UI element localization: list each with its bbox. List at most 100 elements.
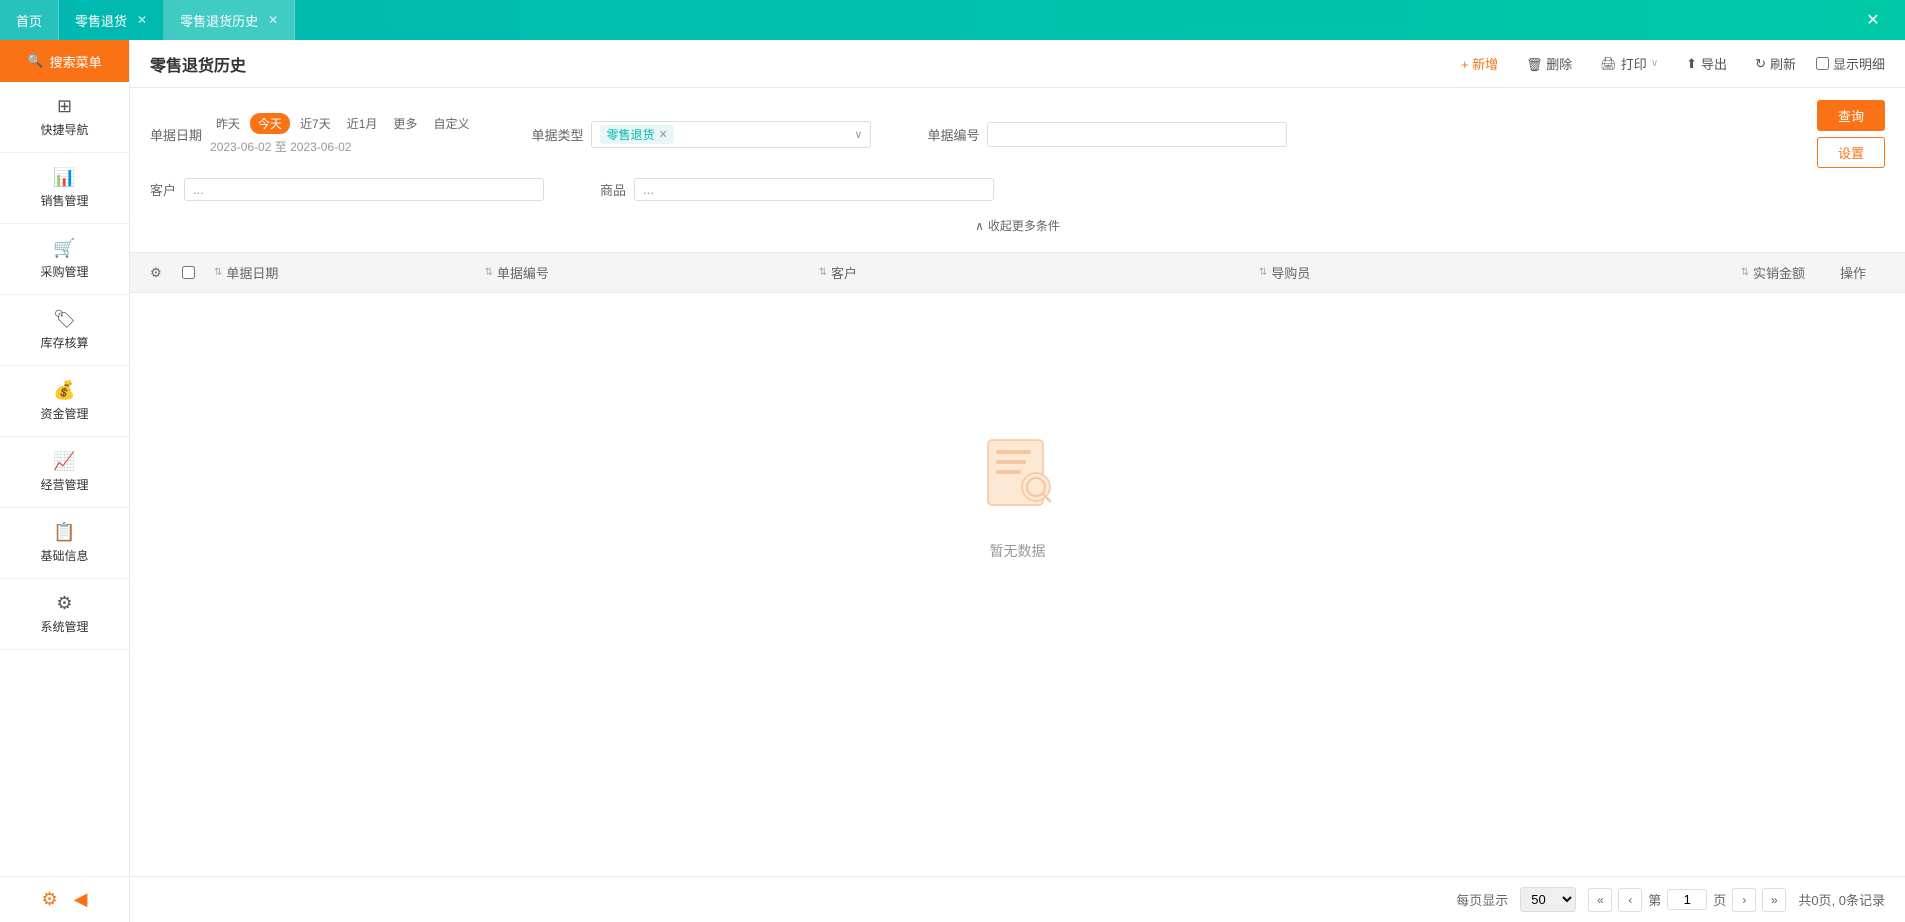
th-docno[interactable]: ⇅ 单据编号 [477, 263, 811, 282]
tab-retail-return[interactable]: 零售退货 ✕ [59, 0, 164, 40]
window-close-button[interactable]: ✕ [1857, 4, 1889, 36]
th-amount[interactable]: ⇅ 实销金额 [1585, 263, 1813, 282]
th-customer[interactable]: ⇅ 客户 [811, 263, 1251, 282]
th-guide-label: 导购员 [1271, 263, 1310, 282]
date-btn-more[interactable]: 更多 [387, 113, 423, 134]
settings-icon: ⚙ [150, 265, 162, 281]
date-btn-7days[interactable]: 近7天 [294, 113, 337, 134]
date-btn-yesterday[interactable]: 昨天 [210, 113, 246, 134]
sidebar-item-system[interactable]: ⚙ 系统管理 [0, 579, 129, 650]
doc-type-dropdown-arrow: ∨ [854, 128, 862, 141]
refresh-icon: ↻ [1755, 56, 1766, 72]
empty-icon [968, 425, 1068, 525]
th-date-sort-icon: ⇅ [214, 267, 222, 278]
tab-home[interactable]: 首页 [0, 0, 59, 40]
filter-settings-button[interactable]: 设置 [1817, 137, 1885, 168]
first-page-button[interactable]: « [1588, 888, 1612, 912]
sidebar-item-sales[interactable]: 📊 销售管理 [0, 153, 129, 224]
page-input[interactable] [1667, 889, 1707, 910]
sales-icon: 📊 [53, 167, 75, 188]
customer-select[interactable]: ... [184, 178, 544, 201]
tab-retail-return-close[interactable]: ✕ [137, 13, 147, 27]
doc-type-tag-close[interactable]: ✕ [658, 128, 667, 141]
table-header: ⚙ ⇅ 单据日期 ⇅ 单据编号 ⇅ 客户 ⇅ [130, 253, 1905, 293]
total-text: 共0页, 0条记录 [1798, 890, 1885, 909]
topbar-right: ✕ [1857, 4, 1905, 36]
sidebar-item-inventory[interactable]: 🏷 库存核算 [0, 295, 129, 366]
tab-retail-return-history-close[interactable]: ✕ [268, 13, 278, 27]
th-checkbox[interactable] [174, 266, 206, 279]
collapse-up-icon: ∧ [975, 219, 984, 233]
th-docno-label: 单据编号 [497, 263, 549, 282]
customer-label: 客户 [150, 180, 176, 199]
sidebar-item-sales-label: 销售管理 [40, 192, 88, 209]
th-settings[interactable]: ⚙ [142, 265, 174, 281]
last-page-button[interactable]: » [1762, 888, 1786, 912]
tab-retail-return-history[interactable]: 零售退货历史 ✕ [164, 0, 295, 40]
delete-button[interactable]: 🗑 删除 [1518, 50, 1580, 77]
print-arrow: ∨ [1651, 58, 1658, 69]
system-icon: ⚙ [56, 593, 72, 614]
sidebar-item-finance[interactable]: 💰 资金管理 [0, 366, 129, 437]
sidebar-search-label: 搜索菜单 [50, 52, 102, 71]
query-button-group: 查询 设置 [1817, 100, 1885, 168]
operation-icon: 📈 [53, 451, 75, 472]
empty-state: 暂无数据 [130, 293, 1905, 693]
filter-row-1: 单据日期 昨天 今天 近7天 近1月 更多 自定义 2023-06-02 至 2… [150, 100, 1885, 168]
query-button[interactable]: 查询 [1817, 100, 1885, 131]
sidebar-item-quick-nav[interactable]: ⊞ 快捷导航 [0, 82, 129, 153]
date-btn-1month[interactable]: 近1月 [341, 113, 384, 134]
sidebar-item-purchase[interactable]: 🛒 采购管理 [0, 224, 129, 295]
filter-area: 单据日期 昨天 今天 近7天 近1月 更多 自定义 2023-06-02 至 2… [130, 88, 1905, 253]
sidebar-item-operation[interactable]: 📈 经营管理 [0, 437, 129, 508]
tab-retail-return-history-label: 零售退货历史 [180, 11, 258, 30]
goods-label: 商品 [600, 180, 626, 199]
prev-page-button[interactable]: ‹ [1618, 888, 1642, 912]
export-icon: ⬆ [1686, 56, 1697, 72]
sidebar-item-basic-label: 基础信息 [40, 547, 88, 564]
doc-no-label: 单据编号 [927, 125, 979, 144]
search-icon: 🔍 [27, 53, 43, 69]
refresh-button[interactable]: ↻ 刷新 [1747, 50, 1804, 77]
finance-icon: 💰 [53, 380, 75, 401]
sidebar-settings-icon[interactable]: ⚙ [42, 889, 58, 910]
sidebar-item-inventory-label: 库存核算 [40, 334, 88, 351]
page-label: 第 [1648, 890, 1661, 909]
show-detail-checkbox[interactable] [1816, 57, 1829, 70]
basic-icon: 📋 [53, 522, 75, 543]
page-size-select[interactable]: 50 10 20 100 [1520, 887, 1576, 912]
doc-type-select[interactable]: 零售退货 ✕ ∨ [591, 121, 871, 148]
date-btn-custom[interactable]: 自定义 [427, 113, 475, 134]
tab-retail-return-label: 零售退货 [75, 11, 127, 30]
purchase-icon: 🛒 [53, 238, 75, 259]
empty-text: 暂无数据 [990, 541, 1046, 561]
new-button[interactable]: + 新增 [1453, 50, 1506, 77]
next-page-button[interactable]: › [1732, 888, 1756, 912]
sidebar-item-system-label: 系统管理 [40, 618, 88, 635]
content-area: 零售退货历史 + 新增 🗑 删除 🖨 🖨 打印 打印 ∨ ⬆ 导出 ↻ 刷新 [130, 40, 1905, 922]
page-unit: 页 [1713, 890, 1726, 909]
sidebar-search[interactable]: 🔍 搜索菜单 [0, 40, 129, 82]
sidebar-collapse-icon[interactable]: ◀ [74, 889, 88, 910]
sidebar-item-basic[interactable]: 📋 基础信息 [0, 508, 129, 579]
th-docno-sort-icon: ⇅ [485, 267, 493, 278]
doc-type-label: 单据类型 [531, 125, 583, 144]
doc-no-input[interactable] [987, 122, 1287, 147]
collapse-button[interactable]: ∧ 收起更多条件 [959, 211, 1076, 240]
print-button[interactable]: 🖨 🖨 打印 打印 ∨ [1592, 50, 1666, 77]
th-date[interactable]: ⇅ 单据日期 [206, 263, 477, 282]
th-guide[interactable]: ⇅ 导购员 [1251, 263, 1585, 282]
date-filter-label: 单据日期 [150, 125, 202, 144]
table-footer: 每页显示 50 10 20 100 « ‹ 第 页 › » 共0页, 0条记录 [130, 876, 1905, 922]
goods-select[interactable]: ... [634, 178, 994, 201]
export-button[interactable]: ⬆ 导出 [1678, 50, 1735, 77]
date-btn-today[interactable]: 今天 [250, 113, 290, 134]
select-all-checkbox[interactable] [182, 266, 195, 279]
th-amount-sort-icon: ⇅ [1741, 267, 1749, 278]
print-icon: 🖨 [1600, 56, 1617, 72]
sidebar-item-operation-label: 经营管理 [40, 476, 88, 493]
goods-filter-group: 商品 ... [600, 178, 994, 201]
page-nav: « ‹ 第 页 › » [1588, 888, 1786, 912]
tab-bar: 首页 零售退货 ✕ 零售退货历史 ✕ [0, 0, 1857, 40]
th-customer-label: 客户 [831, 263, 857, 282]
